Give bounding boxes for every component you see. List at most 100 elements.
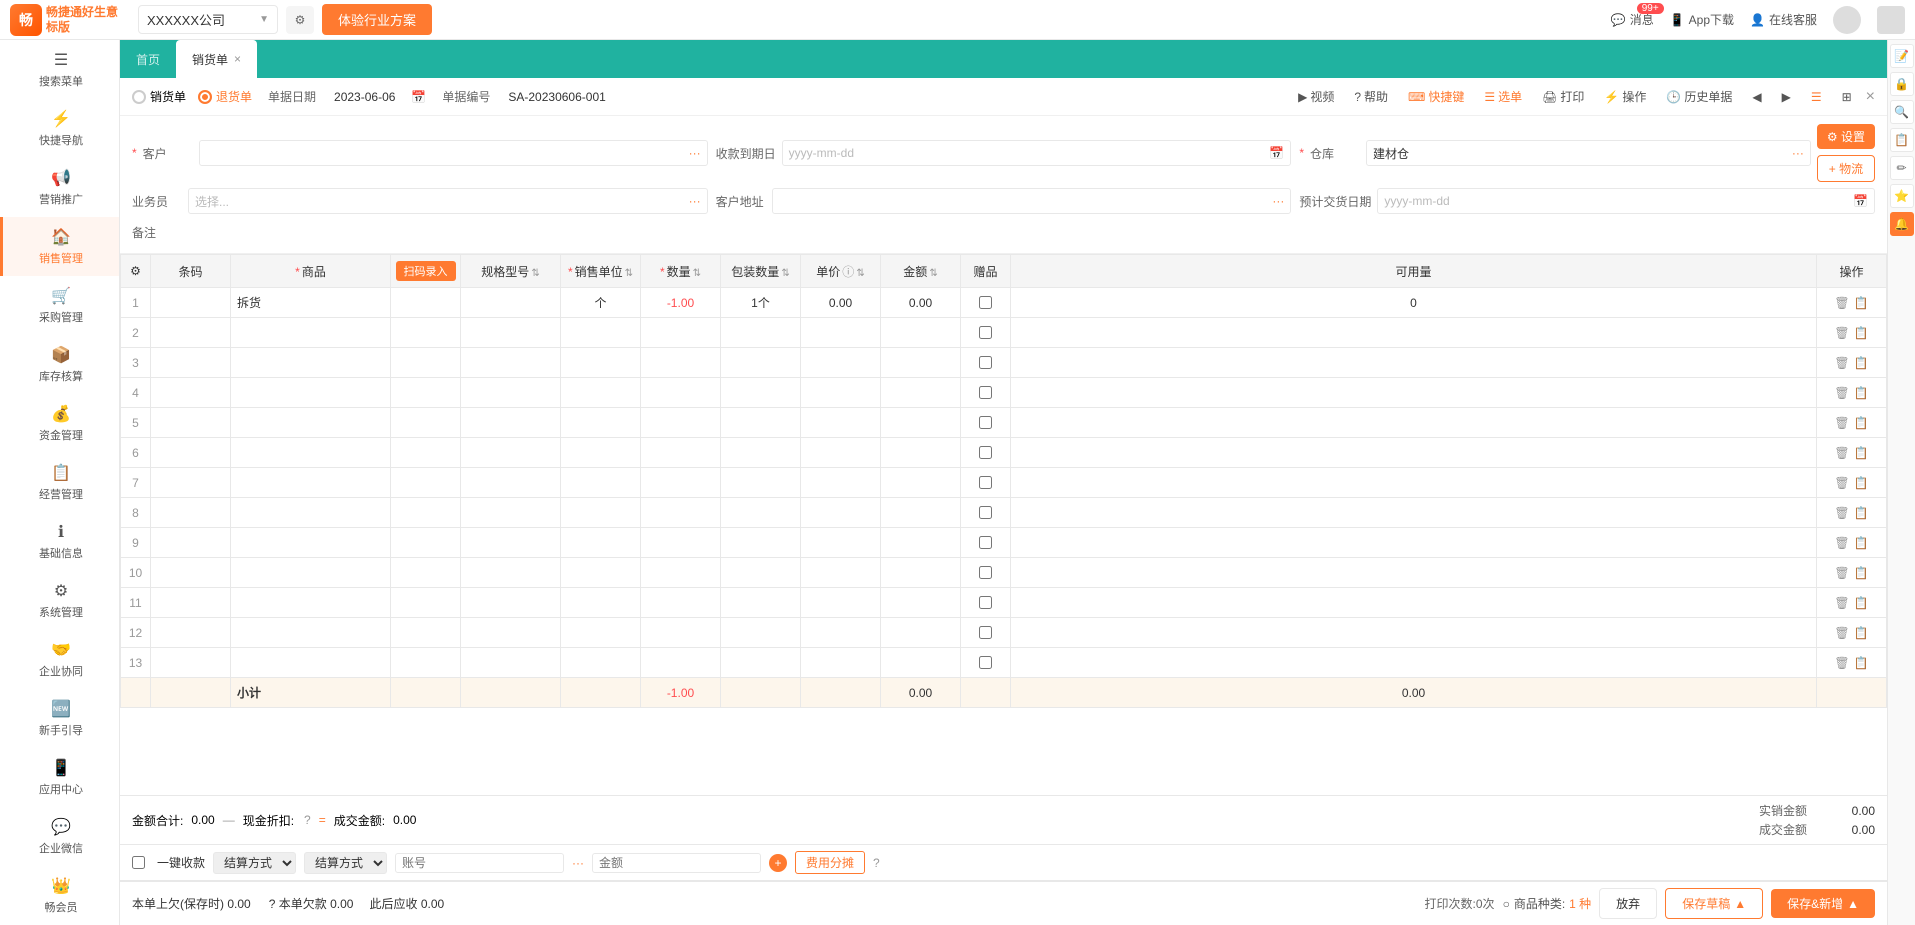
add-payment-btn[interactable]: + bbox=[769, 854, 787, 872]
toolbar-select-btn[interactable]: ☰ 选单 bbox=[1478, 86, 1528, 107]
copy-row-icon[interactable]: 📋 bbox=[1854, 536, 1869, 550]
draft-btn[interactable]: 保存草稿 ▲ bbox=[1665, 888, 1763, 919]
cell-pkg-qty[interactable] bbox=[721, 618, 801, 648]
cell-pkg-qty[interactable] bbox=[721, 378, 801, 408]
sidebar-item-guide[interactable]: 🆕 新手引导 bbox=[0, 689, 119, 748]
cell-gift[interactable] bbox=[961, 588, 1011, 618]
cell-price[interactable] bbox=[801, 408, 881, 438]
app-download-btn[interactable]: 📱 App下载 bbox=[1670, 11, 1734, 28]
sidebar-item-purchase[interactable]: 🛒 采购管理 bbox=[0, 276, 119, 335]
gift-checkbox[interactable] bbox=[979, 356, 992, 369]
sidebar-item-apps[interactable]: 📱 应用中心 bbox=[0, 748, 119, 807]
cell-spec[interactable] bbox=[461, 498, 561, 528]
cell-price[interactable] bbox=[801, 318, 881, 348]
cell-gift[interactable] bbox=[961, 558, 1011, 588]
sidebar-item-basics[interactable]: ℹ 基础信息 bbox=[0, 512, 119, 571]
gift-checkbox[interactable] bbox=[979, 656, 992, 669]
logistics-btn[interactable]: + 物流 bbox=[1817, 155, 1875, 182]
one-click-pay-checkbox[interactable] bbox=[132, 856, 145, 869]
avatar[interactable] bbox=[1833, 6, 1861, 34]
settings-action-btn[interactable]: ⚙ 设置 bbox=[1817, 124, 1875, 149]
toolbar-print-btn[interactable]: 🖨 打印 bbox=[1536, 86, 1590, 107]
copy-row-icon[interactable]: 📋 bbox=[1854, 326, 1869, 340]
cell-pkg-qty[interactable] bbox=[721, 498, 801, 528]
tab-close-icon[interactable]: × bbox=[234, 52, 241, 66]
rt-btn-clipboard[interactable]: 📋 bbox=[1890, 128, 1914, 152]
delete-row-icon[interactable]: 🗑 bbox=[1834, 626, 1849, 640]
expense-split-btn[interactable]: 费用分摊 bbox=[795, 851, 865, 874]
gift-checkbox[interactable] bbox=[979, 326, 992, 339]
sidebar-item-search[interactable]: ☰ 搜索菜单 bbox=[0, 40, 119, 99]
cell-unit[interactable] bbox=[561, 648, 641, 678]
cell-price[interactable] bbox=[801, 588, 881, 618]
rt-btn-notes[interactable]: 📝 bbox=[1890, 44, 1914, 68]
cell-gift[interactable] bbox=[961, 618, 1011, 648]
cell-qty[interactable]: -1.00 bbox=[641, 288, 721, 318]
cell-pkg-qty[interactable] bbox=[721, 558, 801, 588]
delete-row-icon[interactable]: 🗑 bbox=[1834, 596, 1849, 610]
cell-amount[interactable] bbox=[881, 348, 961, 378]
cell-pkg-qty[interactable] bbox=[721, 648, 801, 678]
account-input[interactable] bbox=[395, 853, 564, 873]
cell-qty[interactable] bbox=[641, 558, 721, 588]
cell-spec[interactable] bbox=[461, 648, 561, 678]
sidebar-item-sales[interactable]: 🏠 销售管理 bbox=[0, 217, 119, 276]
cell-barcode[interactable] bbox=[151, 648, 231, 678]
cell-qty[interactable] bbox=[641, 378, 721, 408]
cell-spec[interactable] bbox=[461, 468, 561, 498]
cell-gift[interactable] bbox=[961, 378, 1011, 408]
cell-spec[interactable] bbox=[461, 528, 561, 558]
copy-row-icon[interactable]: 📋 bbox=[1854, 626, 1869, 640]
cell-gift[interactable] bbox=[961, 468, 1011, 498]
cell-spec[interactable] bbox=[461, 588, 561, 618]
col-scan-btn[interactable]: 扫码录入 bbox=[391, 255, 461, 288]
toolbar-help-btn[interactable]: ? 帮助 bbox=[1348, 86, 1394, 107]
online-support-btn[interactable]: 👤 在线客服 bbox=[1750, 11, 1817, 28]
cell-barcode[interactable] bbox=[151, 288, 231, 318]
cell-unit[interactable] bbox=[561, 528, 641, 558]
due-date-calendar-icon[interactable]: 📅 bbox=[1269, 146, 1284, 160]
cell-unit[interactable] bbox=[561, 618, 641, 648]
cell-barcode[interactable] bbox=[151, 318, 231, 348]
delete-row-icon[interactable]: 🗑 bbox=[1834, 386, 1849, 400]
copy-row-icon[interactable]: 📋 bbox=[1854, 566, 1869, 580]
cell-barcode[interactable] bbox=[151, 558, 231, 588]
cell-amount[interactable] bbox=[881, 618, 961, 648]
col-settings[interactable]: ⚙ bbox=[121, 255, 151, 288]
cell-unit[interactable] bbox=[561, 558, 641, 588]
copy-row-icon[interactable]: 📋 bbox=[1854, 446, 1869, 460]
cell-product[interactable] bbox=[231, 648, 391, 678]
rt-btn-star[interactable]: ⭐ bbox=[1890, 184, 1914, 208]
rt-btn-lock[interactable]: 🔒 bbox=[1890, 72, 1914, 96]
scan-barcode-btn[interactable]: 扫码录入 bbox=[396, 261, 456, 281]
cell-product[interactable] bbox=[231, 558, 391, 588]
cell-barcode[interactable] bbox=[151, 528, 231, 558]
cell-pkg-qty[interactable]: 1个 bbox=[721, 288, 801, 318]
cell-spec[interactable] bbox=[461, 348, 561, 378]
cell-pkg-qty[interactable] bbox=[721, 528, 801, 558]
cell-gift[interactable] bbox=[961, 498, 1011, 528]
form-close-btn[interactable]: × bbox=[1866, 88, 1875, 106]
tab-home[interactable]: 首页 bbox=[120, 40, 176, 78]
cell-product[interactable] bbox=[231, 618, 391, 648]
cell-spec[interactable] bbox=[461, 378, 561, 408]
cell-price[interactable] bbox=[801, 648, 881, 678]
cell-qty[interactable] bbox=[641, 618, 721, 648]
cell-price[interactable]: 0.00 bbox=[801, 288, 881, 318]
cell-barcode[interactable] bbox=[151, 378, 231, 408]
copy-row-icon[interactable]: 📋 bbox=[1854, 356, 1869, 370]
sidebar-item-system[interactable]: ⚙ 系统管理 bbox=[0, 571, 119, 630]
delete-row-icon[interactable]: 🗑 bbox=[1834, 476, 1849, 490]
delete-row-icon[interactable]: 🗑 bbox=[1834, 656, 1849, 670]
toolbar-shortcut-btn[interactable]: ⌨ 快捷键 bbox=[1402, 86, 1470, 107]
cell-gift[interactable] bbox=[961, 348, 1011, 378]
gift-checkbox[interactable] bbox=[979, 296, 992, 309]
cell-pkg-qty[interactable] bbox=[721, 348, 801, 378]
cell-spec[interactable] bbox=[461, 408, 561, 438]
cell-qty[interactable] bbox=[641, 498, 721, 528]
cell-product[interactable] bbox=[231, 378, 391, 408]
cell-unit[interactable] bbox=[561, 498, 641, 528]
cell-price[interactable] bbox=[801, 618, 881, 648]
gift-checkbox[interactable] bbox=[979, 596, 992, 609]
copy-row-icon[interactable]: 📋 bbox=[1854, 476, 1869, 490]
